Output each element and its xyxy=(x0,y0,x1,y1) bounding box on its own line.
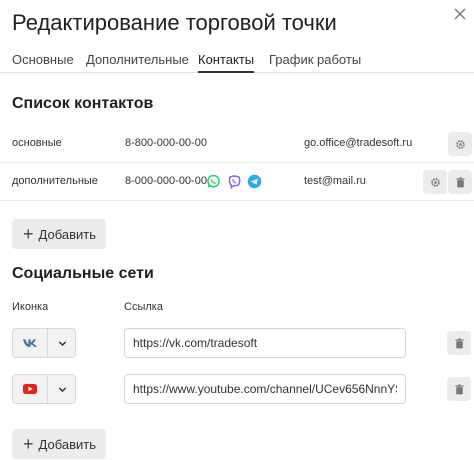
youtube-icon xyxy=(13,375,48,403)
gear-icon xyxy=(455,139,465,149)
tab-contacts[interactable]: Контакты xyxy=(198,52,255,73)
plus-icon: + xyxy=(23,224,34,244)
contact-email: test@mail.ru xyxy=(304,175,366,187)
vk-icon xyxy=(13,329,48,357)
contact-email: go.office@tradesoft.ru xyxy=(304,137,413,149)
chevron-down-icon xyxy=(49,375,76,403)
tab-bar: Основные Дополнительные Контакты График … xyxy=(0,48,474,73)
tab-main[interactable]: Основные xyxy=(12,52,74,73)
settings-button[interactable] xyxy=(423,170,447,194)
social-url-input[interactable] xyxy=(124,374,406,404)
contact-type: основные xyxy=(12,137,62,149)
icon-column-header: Иконка xyxy=(12,301,49,313)
social-network-select[interactable] xyxy=(12,374,76,404)
social-url-input[interactable] xyxy=(124,328,406,358)
chevron-down-icon xyxy=(49,329,76,357)
trash-icon xyxy=(454,337,464,348)
trash-icon xyxy=(454,383,464,394)
page-title: Редактирование торговой точки xyxy=(12,10,337,35)
link-column-header: Ссылка xyxy=(124,301,163,313)
delete-button[interactable] xyxy=(447,331,471,355)
trash-icon xyxy=(455,176,465,187)
viber-icon xyxy=(227,174,242,189)
close-icon[interactable] xyxy=(450,4,470,24)
whatsapp-icon xyxy=(206,174,221,189)
delete-button[interactable] xyxy=(447,377,471,401)
table-row: дополнительные 8-000-000-00-00 test@mail… xyxy=(0,163,474,201)
add-social-label: Добавить xyxy=(38,436,96,452)
tab-additional[interactable]: Дополнительные xyxy=(86,52,189,73)
plus-icon: + xyxy=(23,434,34,454)
add-social-button[interactable]: + Добавить xyxy=(12,429,106,459)
delete-button[interactable] xyxy=(448,170,472,194)
social-heading: Социальные сети xyxy=(12,265,154,282)
contact-phone: 8-800-000-00-00 xyxy=(125,137,207,149)
tab-schedule[interactable]: График работы xyxy=(269,52,361,73)
add-contact-label: Добавить xyxy=(38,226,96,242)
social-network-select[interactable] xyxy=(12,328,76,358)
settings-button[interactable] xyxy=(448,132,472,156)
contacts-heading: Список контактов xyxy=(12,95,154,112)
add-contact-button[interactable]: + Добавить xyxy=(12,219,106,249)
gear-icon xyxy=(430,177,440,187)
table-row: основные 8-800-000-00-00 go.office@trade… xyxy=(0,125,474,163)
telegram-icon xyxy=(247,174,262,189)
contact-phone: 8-000-000-00-00 xyxy=(125,175,207,187)
contact-type: дополнительные xyxy=(12,175,98,187)
